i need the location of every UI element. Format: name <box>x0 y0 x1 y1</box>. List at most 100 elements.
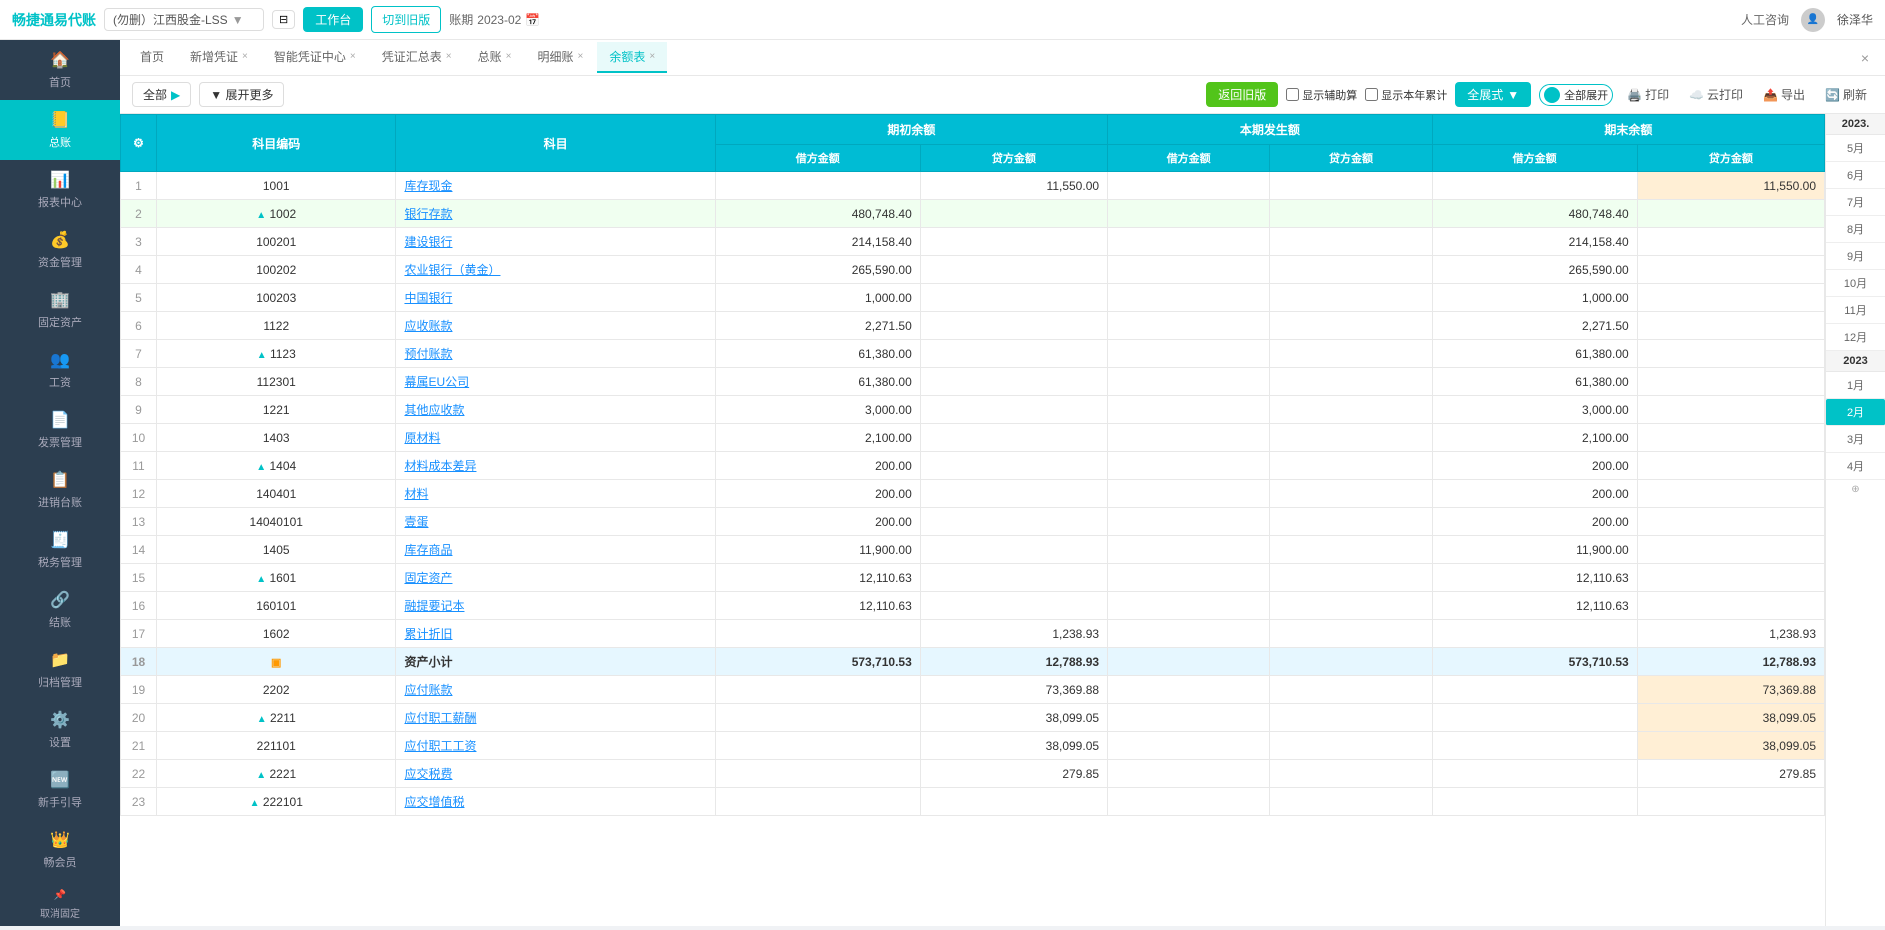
row-name[interactable]: 资产小计 <box>396 648 715 676</box>
pe-credit-cell: 11,550.00 <box>1637 172 1824 200</box>
tab-general-ledger[interactable]: 总账 × <box>466 42 524 73</box>
row-name[interactable]: 累计折旧 <box>396 620 715 648</box>
expand-all-toggle[interactable]: 全部展开 <box>1539 84 1613 106</box>
pe-debit-cell <box>1432 788 1637 816</box>
expand-more-button[interactable]: ▼ 展开更多 <box>199 82 284 107</box>
row-name[interactable]: 预付账款 <box>396 340 715 368</box>
right-panel-12[interactable]: 12月 <box>1826 324 1885 351</box>
right-panel-expand[interactable]: ⊕ <box>1826 480 1885 499</box>
pe-debit-cell: 265,590.00 <box>1432 256 1637 284</box>
right-panel-7[interactable]: 7月 <box>1826 189 1885 216</box>
print-button[interactable]: 🖨️ 打印 <box>1621 84 1675 105</box>
right-panel-10[interactable]: 10月 <box>1826 270 1885 297</box>
cloud-print-button[interactable]: ☁️ 云打印 <box>1683 84 1749 105</box>
row-name[interactable]: 应付职工工资 <box>396 732 715 760</box>
toolbar: 全部 ▶ ▼ 展开更多 返回旧版 显示辅助算 显示本年累计 <box>120 76 1885 114</box>
row-name[interactable]: 融提要记本 <box>396 592 715 620</box>
show-ytd-checkbox-label[interactable]: 显示本年累计 <box>1365 87 1447 103</box>
row-name[interactable]: 应交税费 <box>396 760 715 788</box>
row-name[interactable]: 原材料 <box>396 424 715 452</box>
row-name[interactable]: 应收账款 <box>396 312 715 340</box>
sidebar-item-member[interactable]: 👑 畅会员 <box>0 820 120 880</box>
sidebar-item-guide[interactable]: 🆕 新手引导 <box>0 760 120 820</box>
row-name[interactable]: 固定资产 <box>396 564 715 592</box>
row-name[interactable]: 幕属EU公司 <box>396 368 715 396</box>
right-panel-4[interactable]: 4月 <box>1826 453 1885 480</box>
row-name[interactable]: 中国银行 <box>396 284 715 312</box>
pe-credit-cell: 38,099.05 <box>1637 704 1824 732</box>
company-selector[interactable]: (勿删）江西股金-LSS ▼ <box>104 8 264 31</box>
row-name[interactable]: 建设银行 <box>396 228 715 256</box>
show-aux-checkbox-label[interactable]: 显示辅助算 <box>1286 87 1357 103</box>
sidebar-item-sales[interactable]: 📋 进销台账 <box>0 460 120 520</box>
ps-debit-cell: 480,748.40 <box>715 200 920 228</box>
tab-home[interactable]: 首页 <box>128 42 176 73</box>
row-code: 14040101 <box>157 508 396 536</box>
col-settings-header[interactable]: ⚙ <box>121 115 157 172</box>
show-aux-checkbox[interactable] <box>1286 88 1299 101</box>
sidebar-item-funds[interactable]: 💰 资金管理 <box>0 220 120 280</box>
format-button[interactable]: 全展式 ▼ <box>1455 82 1531 107</box>
cur-debit-cell <box>1108 312 1270 340</box>
tab-detail-ledger-close[interactable]: × <box>577 51 583 62</box>
row-name[interactable]: 其他应收款 <box>396 396 715 424</box>
row-name[interactable]: 银行存款 <box>396 200 715 228</box>
sidebar-item-pin[interactable]: 📌 取消固定 <box>0 880 120 930</box>
right-panel-8[interactable]: 8月 <box>1826 216 1885 243</box>
sidebar-item-checkout[interactable]: 🔗 结账 <box>0 580 120 640</box>
tab-new-voucher-close[interactable]: × <box>242 51 248 62</box>
table-row: 4100202农业银行（黄金）265,590.00265,590.00 <box>121 256 1825 284</box>
tab-general-ledger-close[interactable]: × <box>506 51 512 62</box>
all-filter-button[interactable]: 全部 ▶ <box>132 82 191 107</box>
row-number: 15 <box>121 564 157 592</box>
right-panel-5[interactable]: 5月 <box>1826 135 1885 162</box>
ps-debit-cell: 12,110.63 <box>715 592 920 620</box>
row-name[interactable]: 材料 <box>396 480 715 508</box>
tab-smart-voucher[interactable]: 智能凭证中心 × <box>262 42 368 73</box>
right-panel-11[interactable]: 11月 <box>1826 297 1885 324</box>
right-panel-1[interactable]: 1月 <box>1826 372 1885 399</box>
calendar-icon[interactable]: 📅 <box>525 13 540 27</box>
switch-version-button[interactable]: 切到旧版 <box>371 6 441 33</box>
row-name[interactable]: 库存现金 <box>396 172 715 200</box>
pe-debit-cell: 1,000.00 <box>1432 284 1637 312</box>
row-name[interactable]: 农业银行（黄金） <box>396 256 715 284</box>
row-code: 160101 <box>157 592 396 620</box>
right-panel-3[interactable]: 3月 <box>1826 426 1885 453</box>
sidebar-item-reports[interactable]: 📊 报表中心 <box>0 160 120 220</box>
row-name[interactable]: 应付账款 <box>396 676 715 704</box>
tab-balance-sheet-close[interactable]: × <box>649 51 655 62</box>
tab-voucher-summary[interactable]: 凭证汇总表 × <box>370 42 464 73</box>
right-panel-2[interactable]: 2月 <box>1826 399 1885 426</box>
sidebar-item-assets[interactable]: 🏢 固定资产 <box>0 280 120 340</box>
right-panel-9[interactable]: 9月 <box>1826 243 1885 270</box>
tab-detail-ledger[interactable]: 明细账 × <box>525 42 595 73</box>
export-button[interactable]: 📤 导出 <box>1757 84 1811 105</box>
sidebar-item-home[interactable]: 🏠 首页 <box>0 40 120 100</box>
tab-voucher-summary-close[interactable]: × <box>446 51 452 62</box>
return-old-version-button[interactable]: 返回旧版 <box>1206 82 1278 107</box>
sidebar-item-tax[interactable]: 🧾 税务管理 <box>0 520 120 580</box>
tab-smart-voucher-close[interactable]: × <box>350 51 356 62</box>
refresh-button[interactable]: 🔄 刷新 <box>1819 84 1873 105</box>
sidebar-item-ledger[interactable]: 📒 总账 <box>0 100 120 160</box>
tab-close-all[interactable]: × <box>1853 50 1877 66</box>
tab-new-voucher[interactable]: 新增凭证 × <box>178 42 260 73</box>
row-name[interactable]: 应交增值税 <box>396 788 715 816</box>
sidebar-item-invoice[interactable]: 📄 发票管理 <box>0 400 120 460</box>
row-name[interactable]: 材料成本差异 <box>396 452 715 480</box>
workbench-button[interactable]: 工作台 <box>303 7 363 32</box>
sidebar-item-archive[interactable]: 📁 归档管理 <box>0 640 120 700</box>
right-panel-6[interactable]: 6月 <box>1826 162 1885 189</box>
tab-balance-sheet[interactable]: 余额表 × <box>597 42 667 73</box>
sidebar-item-settings[interactable]: ⚙️ 设置 <box>0 700 120 760</box>
row-number: 22 <box>121 760 157 788</box>
row-name[interactable]: 库存商品 <box>396 536 715 564</box>
row-name[interactable]: 应付职工薪酬 <box>396 704 715 732</box>
show-ytd-checkbox[interactable] <box>1365 88 1378 101</box>
pe-credit-cell <box>1637 788 1824 816</box>
copy-button[interactable]: ⊟ <box>272 10 295 29</box>
consult-button[interactable]: 人工咨询 <box>1741 11 1789 28</box>
row-name[interactable]: 壹蛋 <box>396 508 715 536</box>
sidebar-item-salary[interactable]: 👥 工资 <box>0 340 120 400</box>
